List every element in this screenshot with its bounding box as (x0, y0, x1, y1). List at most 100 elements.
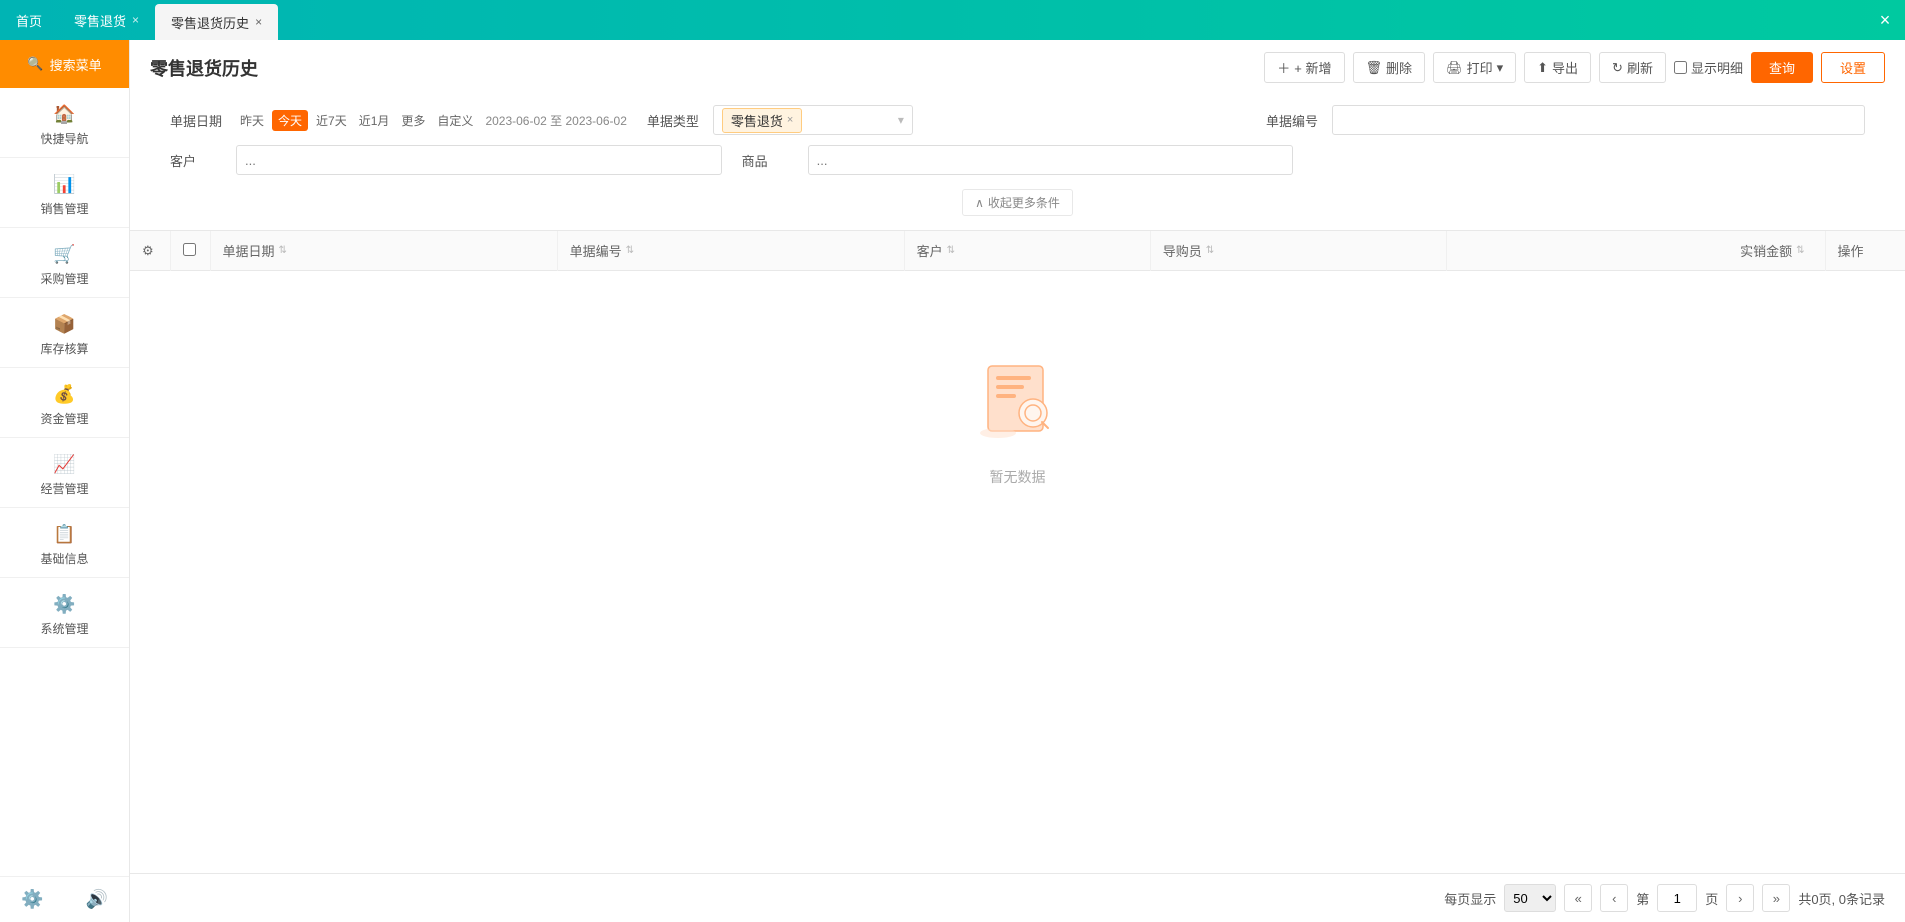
voucher-sort-icon: ⇅ (626, 245, 634, 256)
date-btn-yesterday[interactable]: 昨天 (236, 110, 268, 131)
tab-retail-return[interactable]: 零售退货 × (58, 0, 155, 40)
column-settings-icon[interactable]: ⚙ (142, 243, 154, 258)
date-btn-1month[interactable]: 近1月 (355, 110, 394, 131)
date-filter-label: 单据日期 (170, 111, 230, 130)
gear-icon: ⚙️ (53, 592, 77, 616)
setting-button[interactable]: 设置 (1821, 52, 1885, 83)
sidebar-search[interactable]: 🔍 搜索菜单 (0, 40, 129, 88)
prev-page-icon: ‹ (1612, 891, 1616, 906)
empty-text: 暂无数据 (990, 467, 1046, 487)
delete-button[interactable]: 🗑 删除 (1353, 52, 1426, 83)
new-button[interactable]: ＋ + 新增 (1264, 52, 1344, 83)
total-records-text: 共0页, 0条记录 (1798, 889, 1885, 908)
print-chevron-icon: ▾ (1497, 60, 1504, 76)
display-detail-checkbox[interactable] (1674, 61, 1687, 74)
filter-area: 单据日期 昨天 今天 近7天 近1月 更多 自定义 2023-06-02 至 2… (150, 95, 1885, 230)
customer-filter-label: 客户 (170, 151, 230, 170)
content-area: 零售退货历史 ＋ + 新增 🗑 删除 🖨 打印 ▾ (130, 40, 1905, 922)
sidebar-item-purchase[interactable]: 🛒 采购管理 (0, 228, 129, 298)
settings-bottom-icon[interactable]: ⚙️ (21, 889, 43, 910)
sidebar-item-basic-info[interactable]: 📋 基础信息 (0, 508, 129, 578)
collapse-button[interactable]: ∧ 收起更多条件 (962, 189, 1073, 216)
date-options: 昨天 今天 近7天 近1月 更多 自定义 2023-06-02 至 2023-0… (236, 110, 627, 131)
goods-input[interactable] (808, 145, 1294, 175)
amount-sort-icon: ⇅ (1796, 245, 1804, 256)
type-tag-remove[interactable]: × (787, 114, 793, 126)
th-date[interactable]: 单据日期 ⇅ (210, 231, 557, 271)
query-button[interactable]: 查询 (1751, 52, 1813, 83)
sidebar-label-quick-nav: 快捷导航 (40, 130, 88, 147)
refresh-button[interactable]: ↻ 刷新 (1599, 52, 1666, 83)
select-all-checkbox[interactable] (183, 243, 196, 256)
sidebar-label-basic-info: 基础信息 (40, 550, 88, 567)
audio-icon[interactable]: 🔊 (86, 889, 108, 910)
data-table: ⚙ 单据日期 ⇅ 单据编号 (130, 231, 1905, 271)
type-select[interactable]: 零售退货 × ▾ (713, 105, 913, 135)
display-detail[interactable]: 显示明细 (1674, 58, 1743, 77)
next-page-button[interactable]: › (1726, 884, 1754, 912)
sidebar-label-finance: 资金管理 (40, 410, 88, 427)
table-container: ⚙ 单据日期 ⇅ 单据编号 (130, 231, 1905, 873)
tab-retail-return-history[interactable]: 零售退货历史 × (155, 4, 278, 40)
sidebar-label-inventory: 库存核算 (40, 340, 88, 357)
window-close-button[interactable]: × (1865, 0, 1905, 40)
search-icon: 🔍 (27, 56, 43, 72)
date-btn-7days[interactable]: 近7天 (312, 110, 351, 131)
plus-icon: ＋ (1277, 58, 1290, 77)
sidebar-label-sales: 销售管理 (40, 200, 88, 217)
page-title-row: 零售退货历史 ＋ + 新增 🗑 删除 🖨 打印 ▾ (150, 52, 1885, 83)
sidebar-item-inventory[interactable]: 📦 库存核算 (0, 298, 129, 368)
voucher-filter-label: 单据编号 (1266, 111, 1326, 130)
th-settings[interactable]: ⚙ (130, 231, 170, 271)
voucher-input[interactable] (1332, 105, 1865, 135)
page-size-select[interactable]: 50 20 100 (1504, 884, 1556, 912)
customer-input[interactable] (236, 145, 722, 175)
page-header: 零售退货历史 ＋ + 新增 🗑 删除 🖨 打印 ▾ (130, 40, 1905, 231)
print-icon: 🖨 (1446, 60, 1463, 76)
date-range-text: 2023-06-02 至 2023-06-02 (485, 112, 626, 129)
export-button[interactable]: ⬆ 导出 (1524, 52, 1591, 83)
print-button[interactable]: 🖨 打印 ▾ (1433, 52, 1516, 83)
sidebar-item-operation[interactable]: 📈 经营管理 (0, 438, 129, 508)
sidebar-item-quick-nav[interactable]: 🏠 快捷导航 (0, 88, 129, 158)
tab-bar: 首页 零售退货 × 零售退货历史 × (0, 0, 1865, 40)
delete-icon: 🗑 (1366, 60, 1383, 76)
first-page-button[interactable]: « (1564, 884, 1592, 912)
date-btn-more[interactable]: 更多 (397, 110, 429, 131)
sidebar-item-finance[interactable]: 💰 资金管理 (0, 368, 129, 438)
th-guide[interactable]: 导购员 ⇅ (1150, 231, 1447, 271)
top-bar: 首页 零售退货 × 零售退货历史 × × (0, 0, 1905, 40)
goods-filter-label: 商品 (742, 151, 802, 170)
th-checkbox[interactable] (170, 231, 210, 271)
th-amount[interactable]: 实销金额 ⇅ (1447, 231, 1825, 271)
last-page-icon: » (1773, 891, 1780, 906)
th-actions: 操作 (1825, 231, 1905, 271)
date-btn-custom[interactable]: 自定义 (433, 110, 477, 131)
tab-retail-return-close[interactable]: × (132, 13, 139, 27)
last-page-button[interactable]: » (1762, 884, 1790, 912)
filter-row-1: 单据日期 昨天 今天 近7天 近1月 更多 自定义 2023-06-02 至 2… (170, 105, 1865, 135)
guide-sort-icon: ⇅ (1206, 245, 1214, 256)
empty-illustration (968, 351, 1068, 451)
type-filter-label: 单据类型 (647, 111, 707, 130)
sidebar-search-label: 搜索菜单 (50, 55, 102, 74)
tab-home[interactable]: 首页 (0, 0, 58, 40)
tab-retail-return-history-close[interactable]: × (255, 15, 262, 29)
goods-filter: 商品 (742, 145, 1294, 175)
main-layout: 🔍 搜索菜单 🏠 快捷导航 📊 销售管理 🛒 采购管理 📦 库存核算 💰 资金管… (0, 40, 1905, 922)
customer-sort-icon: ⇅ (947, 245, 955, 256)
customer-filter: 客户 (170, 145, 722, 175)
refresh-icon: ↻ (1612, 60, 1623, 76)
filter-row-2: 客户 商品 (170, 145, 1865, 175)
date-btn-today[interactable]: 今天 (272, 110, 308, 131)
page-number-input[interactable] (1657, 884, 1697, 912)
sidebar-item-sales[interactable]: 📊 销售管理 (0, 158, 129, 228)
th-voucher-no[interactable]: 单据编号 ⇅ (557, 231, 904, 271)
table-header-row: ⚙ 单据日期 ⇅ 单据编号 (130, 231, 1905, 271)
sidebar-item-system[interactable]: ⚙️ 系统管理 (0, 578, 129, 648)
date-sort-icon: ⇅ (279, 245, 287, 256)
page-title: 零售退货历史 (150, 55, 258, 81)
sidebar: 🔍 搜索菜单 🏠 快捷导航 📊 销售管理 🛒 采购管理 📦 库存核算 💰 资金管… (0, 40, 130, 922)
th-customer[interactable]: 客户 ⇅ (904, 231, 1150, 271)
prev-page-button[interactable]: ‹ (1600, 884, 1628, 912)
